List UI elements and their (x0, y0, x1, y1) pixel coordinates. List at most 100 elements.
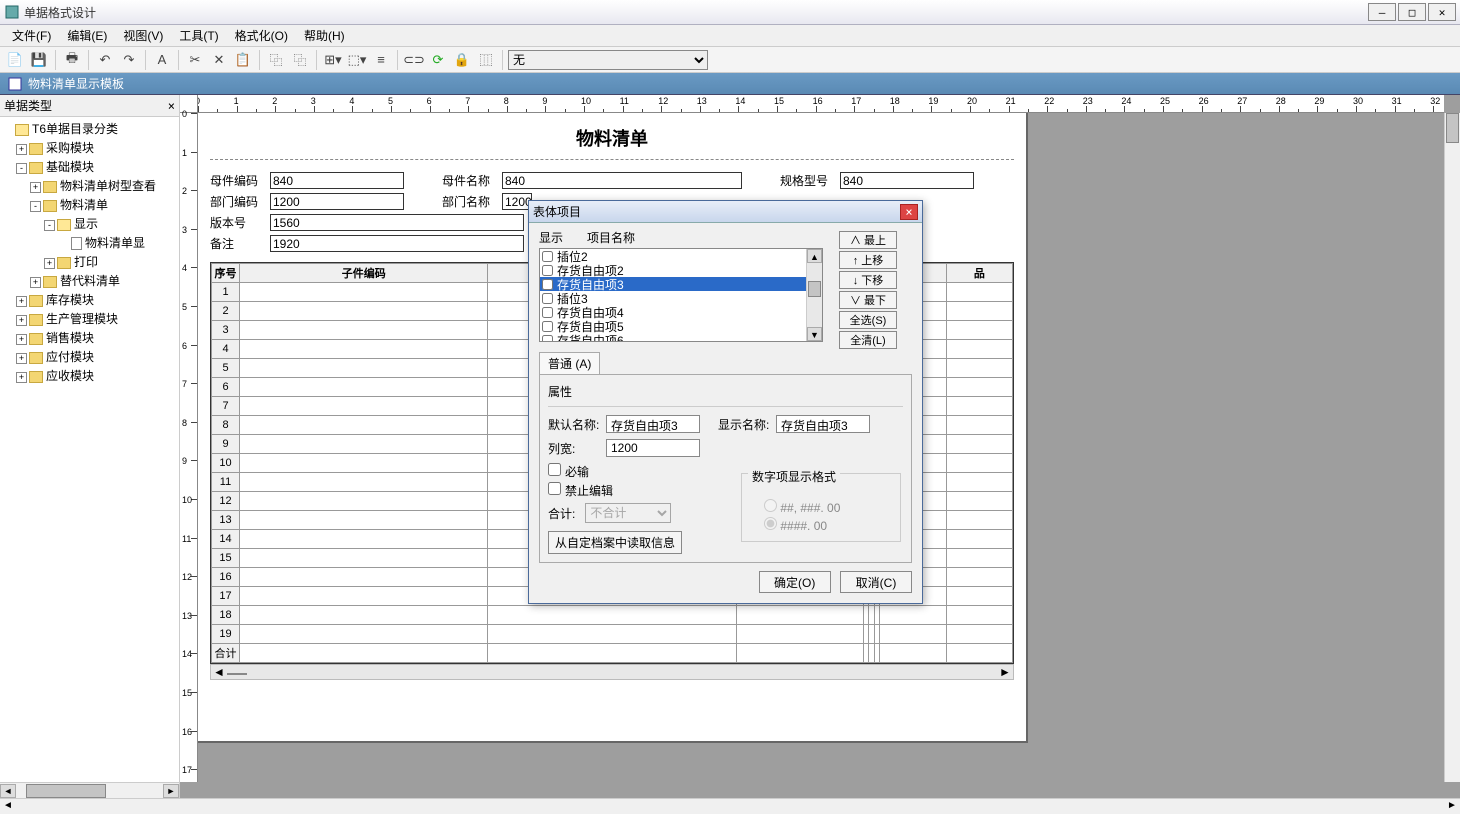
tree-item[interactable]: -显示 (2, 214, 177, 233)
grid-cell[interactable] (240, 511, 488, 530)
format-radio-1[interactable] (764, 499, 777, 512)
grid-row-header[interactable]: 12 (212, 492, 240, 511)
list-item-checkbox[interactable] (542, 251, 553, 262)
scroll-left-icon[interactable]: ◄ (0, 784, 16, 798)
grid-cell[interactable] (946, 283, 1012, 302)
expand-icon[interactable]: + (30, 277, 41, 288)
canvas-vscroll[interactable] (1444, 113, 1460, 782)
tree-item[interactable]: +销售模块 (2, 328, 177, 347)
app-hscroll[interactable]: ◄ ► (0, 798, 1460, 814)
grid-row-header[interactable]: 9 (212, 435, 240, 454)
grid-row-header[interactable]: 10 (212, 454, 240, 473)
menu-edit[interactable]: 编辑(E) (59, 25, 115, 46)
grid-cell[interactable] (240, 587, 488, 606)
tree-item[interactable]: +库存模块 (2, 290, 177, 309)
grid-row-header[interactable]: 17 (212, 587, 240, 606)
scroll-thumb[interactable] (808, 281, 821, 297)
forbid-edit-checkbox[interactable] (548, 482, 561, 495)
expand-icon[interactable]: + (30, 182, 41, 193)
expand-icon[interactable]: + (16, 315, 27, 326)
grid-row-header[interactable]: 13 (212, 511, 240, 530)
grid-cell[interactable] (880, 606, 946, 625)
scroll-right-icon[interactable]: ► (997, 665, 1013, 679)
grid-cell[interactable] (880, 625, 946, 644)
grid-cell[interactable] (946, 473, 1012, 492)
required-checkbox[interactable] (548, 463, 561, 476)
list-item-checkbox[interactable] (542, 335, 553, 342)
field-规格型号[interactable]: 840 (840, 172, 974, 189)
grid-row-header[interactable]: 1 (212, 283, 240, 302)
item-listbox[interactable]: 插位2存货自由项2存货自由项3插位3存货自由项4存货自由项5存货自由项6 ▲ ▼ (539, 248, 823, 342)
grid-cell[interactable] (240, 416, 488, 435)
grid-cell[interactable] (946, 568, 1012, 587)
grid-cell[interactable] (946, 359, 1012, 378)
tree-item[interactable]: +打印 (2, 252, 177, 271)
grid-row-header[interactable]: 6 (212, 378, 240, 397)
sidebar-hscroll[interactable]: ◄ ► (0, 782, 179, 798)
tree-item[interactable]: -物料清单 (2, 195, 177, 214)
menu-format[interactable]: 格式化(O) (227, 25, 296, 46)
listbox-vscroll[interactable]: ▲ ▼ (806, 249, 822, 341)
size-icon[interactable]: ⬚▾ (346, 49, 368, 71)
scroll-down-icon[interactable]: ▼ (807, 327, 822, 341)
dialog-close-button[interactable]: × (900, 204, 918, 220)
grid-cell[interactable] (240, 321, 488, 340)
grid-cell[interactable] (240, 568, 488, 587)
text-icon[interactable]: A (151, 49, 173, 71)
grid-cell[interactable] (946, 397, 1012, 416)
layout-icon[interactable]: ⿲ (475, 49, 497, 71)
field-版本号[interactable]: 1560 (270, 214, 524, 231)
close-button[interactable]: ✕ (1428, 3, 1456, 21)
move-bottom-button[interactable]: ∨ 最下 (839, 291, 897, 309)
refresh-icon[interactable]: ⟳ (427, 49, 449, 71)
sum-select[interactable]: 不合计 (585, 503, 671, 523)
list-item-checkbox[interactable] (542, 307, 553, 318)
list-item-checkbox[interactable] (542, 265, 553, 276)
grid-cell[interactable] (488, 625, 736, 644)
redo-icon[interactable]: ↷ (118, 49, 140, 71)
grid-cell[interactable] (946, 587, 1012, 606)
grid-cell[interactable] (946, 530, 1012, 549)
dialog-header[interactable]: 表体项目 × (529, 201, 922, 223)
new-icon[interactable]: 📄 (4, 49, 26, 71)
grid-row-header[interactable]: 16 (212, 568, 240, 587)
scroll-left-icon[interactable]: ◄ (211, 665, 227, 679)
scroll-left-icon[interactable]: ◄ (0, 799, 16, 814)
grid-col-header[interactable]: 子件编码 (240, 264, 488, 283)
tree-item[interactable]: 物料清单显 (2, 233, 177, 252)
grid-cell[interactable] (240, 435, 488, 454)
expand-icon[interactable]: + (16, 296, 27, 307)
tab-普通[interactable]: 普通 (A) (539, 352, 600, 374)
display-name-input[interactable]: 存货自由项3 (776, 415, 870, 433)
move-up-button[interactable]: ↑ 上移 (839, 251, 897, 269)
grid-row-header[interactable]: 11 (212, 473, 240, 492)
move-down-button[interactable]: ↓ 下移 (839, 271, 897, 289)
link-icon[interactable]: ⊂⊃ (403, 49, 425, 71)
move-top-button[interactable]: ∧ 最上 (839, 231, 897, 249)
grid-row-header[interactable]: 3 (212, 321, 240, 340)
list-item[interactable]: 存货自由项6 (540, 333, 806, 341)
list-item-checkbox[interactable] (542, 293, 553, 304)
align-icon[interactable]: ⊞▾ (322, 49, 344, 71)
clear-all-button[interactable]: 全清(L) (839, 331, 897, 349)
lines-icon[interactable]: ≡ (370, 49, 392, 71)
grid-row-header[interactable]: 7 (212, 397, 240, 416)
tree-item[interactable]: +生产管理模块 (2, 309, 177, 328)
grid-cell[interactable] (736, 606, 863, 625)
grid-cell[interactable] (946, 321, 1012, 340)
expand-icon[interactable]: - (16, 163, 27, 174)
tree-item[interactable]: +物料清单树型查看 (2, 176, 177, 195)
read-from-archive-button[interactable]: 从自定档案中读取信息 (548, 531, 682, 554)
expand-icon[interactable]: + (16, 334, 27, 345)
print-icon[interactable]: 🖶 (61, 49, 83, 71)
expand-icon[interactable]: + (44, 258, 55, 269)
menu-file[interactable]: 文件(F) (4, 25, 59, 46)
sidebar-close-icon[interactable]: × (168, 99, 175, 113)
grid-cell[interactable] (240, 378, 488, 397)
save-icon[interactable]: 💾 (28, 49, 50, 71)
lock-icon[interactable]: 🔒 (451, 49, 473, 71)
document-tab[interactable]: 物料清单显示模板 (0, 73, 1460, 95)
expand-icon[interactable]: + (16, 144, 27, 155)
copy-icon[interactable]: ⿻ (265, 49, 287, 71)
grid-cell[interactable] (240, 473, 488, 492)
